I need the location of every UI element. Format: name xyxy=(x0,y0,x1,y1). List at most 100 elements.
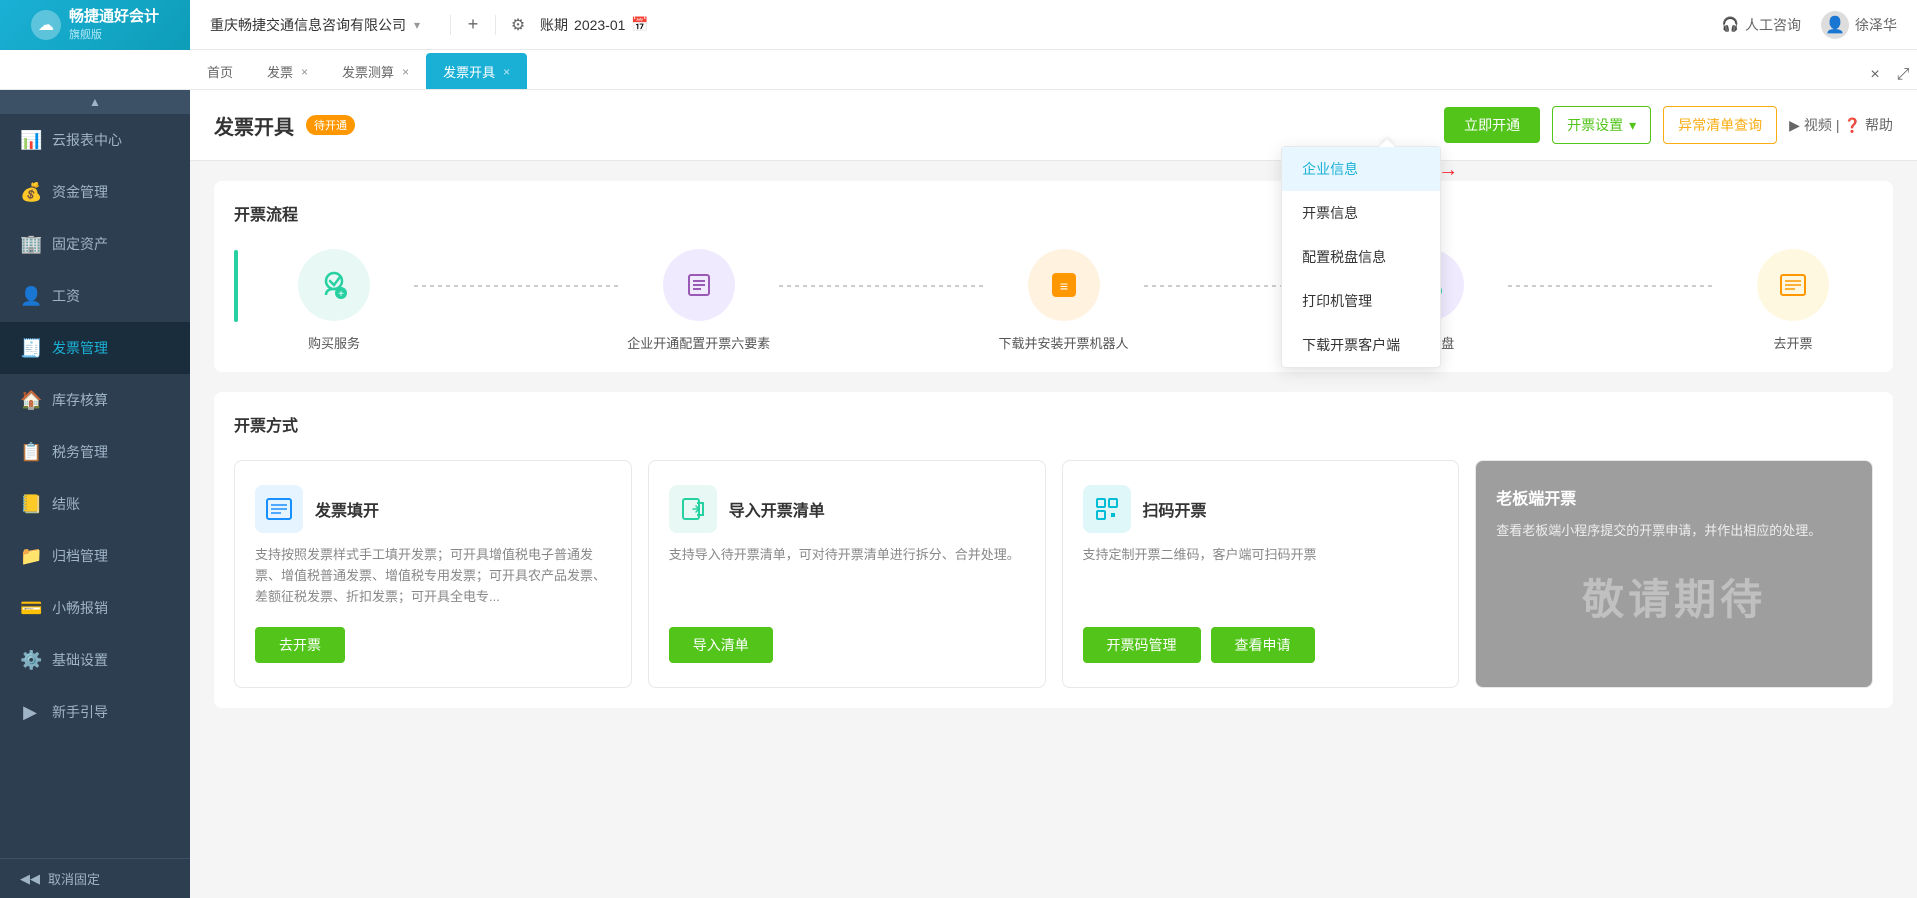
sidebar-item-tax-mgmt[interactable]: 📋 税务管理 xyxy=(0,426,190,478)
sidebar-item-inventory[interactable]: 🏠 库存核算 xyxy=(0,374,190,426)
period-label: 账期 xyxy=(540,15,568,35)
sidebar-item-fixed-assets[interactable]: 🏢 固定资产 xyxy=(0,218,190,270)
method-card-btn-import: 导入清单 xyxy=(669,619,1025,663)
tab-invoice[interactable]: 发票 × xyxy=(250,53,325,89)
headset-icon: 🎧 xyxy=(1722,16,1739,33)
salary-icon: 👤 xyxy=(20,286,40,307)
settings-button[interactable]: 开票设置 ▾ xyxy=(1552,106,1651,144)
period-value: 2023-01 xyxy=(574,17,625,33)
method-section: 开票方式 xyxy=(214,392,1893,708)
sidebar-label-archive-mgmt: 归档管理 xyxy=(52,546,108,566)
header-divider-2 xyxy=(495,15,496,35)
settings-icon[interactable]: ⚙ xyxy=(506,13,530,37)
pin-icon: ◀◀ xyxy=(20,871,40,887)
svg-text:≡: ≡ xyxy=(1059,278,1067,294)
help-icon: ❓ xyxy=(1844,117,1861,134)
dropdown-item-company-info[interactable]: 企业信息 → xyxy=(1282,147,1440,191)
sidebar-label-invoice-mgmt: 发票管理 xyxy=(52,338,108,358)
fixed-assets-icon: 🏢 xyxy=(20,234,40,255)
flow-steps: + 购买服务 xyxy=(234,249,1873,352)
sidebar-item-invoice-mgmt[interactable]: 🧾 发票管理 xyxy=(0,322,190,374)
method-card-manual-fill: 发票填开 支持按照发票样式手工填开发票；可开具增值税电子普通发票、增值税普通发票… xyxy=(234,460,632,688)
tab-invoice-issue-close[interactable]: × xyxy=(503,65,510,79)
help-label[interactable]: 帮助 xyxy=(1865,115,1893,135)
go-invoice-button[interactable]: 去开票 xyxy=(255,627,345,663)
view-application-button[interactable]: 查看申请 xyxy=(1211,627,1315,663)
page-title: 发票开具 xyxy=(214,111,294,140)
sidebar-item-new-guide[interactable]: ▶ 新手引导 xyxy=(0,686,190,738)
maximize-window-button[interactable]: ⤢ xyxy=(1889,61,1917,89)
header-right: 🎧 人工咨询 👤 徐泽华 xyxy=(1722,11,1917,39)
user-menu[interactable]: 👤 徐泽华 xyxy=(1821,11,1897,39)
settings-button-label: 开票设置 xyxy=(1567,115,1623,135)
method-icon-import xyxy=(669,485,717,533)
app-name: 畅捷通好会计 xyxy=(69,7,159,27)
sidebar-cancel-fixed[interactable]: ◀◀ 取消固定 xyxy=(0,858,190,898)
tab-invoice-label: 发票 xyxy=(267,62,293,81)
app-subtitle: 旗舰版 xyxy=(69,26,159,42)
flow-connector-4 xyxy=(1508,285,1713,287)
tab-home[interactable]: 首页 xyxy=(190,53,250,89)
dropdown-item-printer-mgmt[interactable]: 打印机管理 xyxy=(1282,279,1440,323)
sidebar-item-expense[interactable]: 💳 小畅报销 xyxy=(0,582,190,634)
video-label[interactable]: 视频 xyxy=(1804,115,1832,135)
header-divider-1 xyxy=(450,15,451,35)
flow-section-title: 开票流程 xyxy=(234,201,1873,225)
sidebar-item-salary[interactable]: 👤 工资 xyxy=(0,270,190,322)
company-selector[interactable]: 重庆畅捷交通信息咨询有限公司 ▾ xyxy=(190,15,440,35)
inventory-icon: 🏠 xyxy=(20,390,40,411)
tab-invoice-issue[interactable]: 发票开具 × xyxy=(426,53,527,89)
method-icon-manual xyxy=(255,485,303,533)
sidebar-item-basic-settings[interactable]: ⚙️ 基础设置 xyxy=(0,634,190,686)
add-company-button[interactable]: + xyxy=(461,13,485,37)
qr-manage-button[interactable]: 开票码管理 xyxy=(1083,627,1201,663)
tab-invoice-close[interactable]: × xyxy=(301,65,308,79)
divider-pipe: | xyxy=(1836,117,1840,133)
settings-dropdown-wrapper: 开票设置 ▾ 企业信息 → 开票信息 配置税盘信息 打印机管理 下载开票客户端 xyxy=(1552,106,1651,144)
sidebar-label-accounting: 结账 xyxy=(52,494,80,514)
tab-invoice-calc-close[interactable]: × xyxy=(402,65,409,79)
flow-left-border xyxy=(234,250,238,322)
flow-step-buy-service: + 购买服务 xyxy=(254,249,414,352)
sidebar-item-archive-mgmt[interactable]: 📁 归档管理 xyxy=(0,530,190,582)
method-card-desc-scan: 支持定制开票二维码，客户端可扫码开票 xyxy=(1083,545,1439,566)
method-section-title: 开票方式 xyxy=(234,412,1873,436)
watermark-text: 敬请期待 xyxy=(1496,566,1852,627)
sidebar-item-cloud-report[interactable]: 📊 云报表中心 xyxy=(0,114,190,166)
basic-settings-icon: ⚙️ xyxy=(20,650,40,671)
period-selector[interactable]: 账期 2023-01 📅 xyxy=(530,15,659,35)
dropdown-item-download-client[interactable]: 下载开票客户端 xyxy=(1282,323,1440,367)
tab-invoice-calc[interactable]: 发票测算 × xyxy=(325,53,426,89)
dropdown-item-invoice-info[interactable]: 开票信息 xyxy=(1282,191,1440,235)
page-header: 发票开具 待开通 立即开通 开票设置 ▾ 企业信息 → xyxy=(190,90,1917,161)
method-card-desc-manual: 支持按照发票样式手工填开发票；可开具增值税电子普通发票、增值税普通发票、增值税专… xyxy=(255,545,611,607)
content-area: 发票开具 待开通 立即开通 开票设置 ▾ 企业信息 → xyxy=(190,90,1917,898)
main-layout: ▲ 📊 云报表中心 💰 资金管理 🏢 固定资产 👤 工资 🧾 发票管理 xyxy=(0,90,1917,898)
sidebar-label-tax-mgmt: 税务管理 xyxy=(52,442,108,462)
dropdown-item-tax-config[interactable]: 配置税盘信息 xyxy=(1282,235,1440,279)
method-card-header-import: 导入开票清单 xyxy=(669,485,1025,533)
method-card-import-list: 导入开票清单 支持导入待开票清单，可对待开票清单进行拆分、合并处理。 导入清单 xyxy=(648,460,1046,688)
flow-icon-config xyxy=(663,249,735,321)
sidebar-item-accounting[interactable]: 📒 结账 xyxy=(0,478,190,530)
activate-button[interactable]: 立即开通 xyxy=(1444,107,1540,143)
sidebar-scroll-up[interactable]: ▲ xyxy=(0,90,190,114)
abnormal-list-button[interactable]: 异常清单查询 xyxy=(1663,106,1777,144)
red-arrow-indicator: → xyxy=(1438,159,1458,182)
sidebar-label-expense: 小畅报销 xyxy=(52,598,108,618)
flow-section: 开票流程 + xyxy=(214,181,1893,372)
tab-bar-right: × ⤢ xyxy=(1861,61,1917,89)
tab-invoice-issue-label: 发票开具 xyxy=(443,62,495,81)
close-window-button[interactable]: × xyxy=(1861,61,1889,89)
import-list-button[interactable]: 导入清单 xyxy=(669,627,773,663)
method-card-btn-scan: 开票码管理 查看申请 xyxy=(1083,619,1439,663)
flow-connector-2 xyxy=(779,285,984,287)
consult-button[interactable]: 🎧 人工咨询 xyxy=(1722,15,1801,35)
invoice-mgmt-icon: 🧾 xyxy=(20,338,40,359)
method-card-boss: 老板端开票 查看老板端小程序提交的开票申请，并作出相应的处理。 敬请期待 xyxy=(1475,460,1873,688)
method-card-header-scan: 扫码开票 xyxy=(1083,485,1439,533)
method-card-header-boss: 老板端开票 xyxy=(1496,485,1852,509)
play-icon: ▶ xyxy=(1789,117,1800,134)
flow-icon-download: ≡ xyxy=(1028,249,1100,321)
sidebar-item-fund-mgmt[interactable]: 💰 资金管理 xyxy=(0,166,190,218)
